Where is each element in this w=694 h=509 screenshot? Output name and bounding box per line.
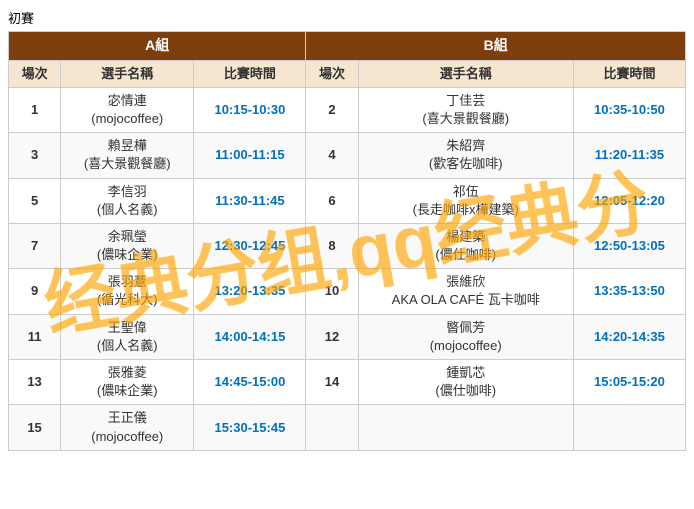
table-row: 11王聖偉 (個人名義)14:00-14:1512暋佩芳 (mojocoffee… xyxy=(9,314,686,359)
a-match-num: 7 xyxy=(9,223,61,268)
a-match-num: 13 xyxy=(9,360,61,405)
b-match-num: 4 xyxy=(306,133,358,178)
a-match-time: 14:00-14:15 xyxy=(194,314,306,359)
table-row: 3賴昱樺 (喜大景觀餐廳)11:00-11:154朱紹齊 (歡客佐咖啡)11:2… xyxy=(9,133,686,178)
b-match-time: 14:20-14:35 xyxy=(573,314,685,359)
b-match-num: 10 xyxy=(306,269,358,314)
col-header-a-num: 場次 xyxy=(9,60,61,87)
a-match-num: 11 xyxy=(9,314,61,359)
b-match-num: 14 xyxy=(306,360,358,405)
b-match-time: 13:35-13:50 xyxy=(573,269,685,314)
b-player-name: 張維欣 AKA OLA CAFÉ 瓦卡咖啡 xyxy=(358,269,573,314)
a-player-name: 余珮瑩 (儂味企業) xyxy=(61,223,194,268)
page-title: 初賽 xyxy=(8,8,686,27)
a-match-time: 14:45-15:00 xyxy=(194,360,306,405)
a-player-name: 張羽薏 (循光科大) xyxy=(61,269,194,314)
a-player-name: 王正儀 (mojocoffee) xyxy=(61,405,194,450)
col-header-b-num: 場次 xyxy=(306,60,358,87)
b-match-num: 6 xyxy=(306,178,358,223)
a-match-time: 13:20-13:35 xyxy=(194,269,306,314)
b-match-num: 8 xyxy=(306,223,358,268)
col-header-b-time: 比賽時間 xyxy=(573,60,685,87)
table-row: 7余珮瑩 (儂味企業)12:30-12:458楊建築 (儂仕咖啡)12:50-1… xyxy=(9,223,686,268)
a-match-num: 9 xyxy=(9,269,61,314)
a-player-name: 王聖偉 (個人名義) xyxy=(61,314,194,359)
b-player-name: 祁伍 (長走咖啡x樺建築) xyxy=(358,178,573,223)
b-match-num xyxy=(306,405,358,450)
group-a-header: A組 xyxy=(9,32,306,61)
table-row: 13張雅菱 (儂味企業)14:45-15:0014鍾凱芯 (儂仕咖啡)15:05… xyxy=(9,360,686,405)
schedule-table: A組 B組 場次 選手名稱 比賽時間 場次 選手名稱 比賽時間 1宓情連 (mo… xyxy=(8,31,686,451)
b-match-num: 2 xyxy=(306,87,358,132)
a-match-num: 3 xyxy=(9,133,61,178)
b-match-time: 12:05-12:20 xyxy=(573,178,685,223)
b-player-name: 朱紹齊 (歡客佐咖啡) xyxy=(358,133,573,178)
a-match-num: 5 xyxy=(9,178,61,223)
a-match-num: 15 xyxy=(9,405,61,450)
a-match-time: 15:30-15:45 xyxy=(194,405,306,450)
b-player-name: 暋佩芳 (mojocoffee) xyxy=(358,314,573,359)
b-player-name: 丁佳芸 (喜大景觀餐廳) xyxy=(358,87,573,132)
b-match-time: 12:50-13:05 xyxy=(573,223,685,268)
b-player-name xyxy=(358,405,573,450)
a-player-name: 李信羽 (個人名義) xyxy=(61,178,194,223)
a-match-time: 10:15-10:30 xyxy=(194,87,306,132)
table-row: 15王正儀 (mojocoffee)15:30-15:45 xyxy=(9,405,686,450)
table-row: 5李信羽 (個人名義)11:30-11:456祁伍 (長走咖啡x樺建築)12:0… xyxy=(9,178,686,223)
a-match-time: 12:30-12:45 xyxy=(194,223,306,268)
group-b-header: B組 xyxy=(306,32,686,61)
a-match-num: 1 xyxy=(9,87,61,132)
col-header-a-name: 選手名稱 xyxy=(61,60,194,87)
table-row: 9張羽薏 (循光科大)13:20-13:3510張維欣 AKA OLA CAFÉ… xyxy=(9,269,686,314)
a-player-name: 賴昱樺 (喜大景觀餐廳) xyxy=(61,133,194,178)
b-player-name: 楊建築 (儂仕咖啡) xyxy=(358,223,573,268)
b-match-num: 12 xyxy=(306,314,358,359)
a-player-name: 宓情連 (mojocoffee) xyxy=(61,87,194,132)
a-match-time: 11:30-11:45 xyxy=(194,178,306,223)
a-player-name: 張雅菱 (儂味企業) xyxy=(61,360,194,405)
b-match-time: 10:35-10:50 xyxy=(573,87,685,132)
b-match-time: 11:20-11:35 xyxy=(573,133,685,178)
b-player-name: 鍾凱芯 (儂仕咖啡) xyxy=(358,360,573,405)
b-match-time: 15:05-15:20 xyxy=(573,360,685,405)
table-row: 1宓情連 (mojocoffee)10:15-10:302丁佳芸 (喜大景觀餐廳… xyxy=(9,87,686,132)
a-match-time: 11:00-11:15 xyxy=(194,133,306,178)
b-match-time xyxy=(573,405,685,450)
col-header-b-name: 選手名稱 xyxy=(358,60,573,87)
col-header-a-time: 比賽時間 xyxy=(194,60,306,87)
